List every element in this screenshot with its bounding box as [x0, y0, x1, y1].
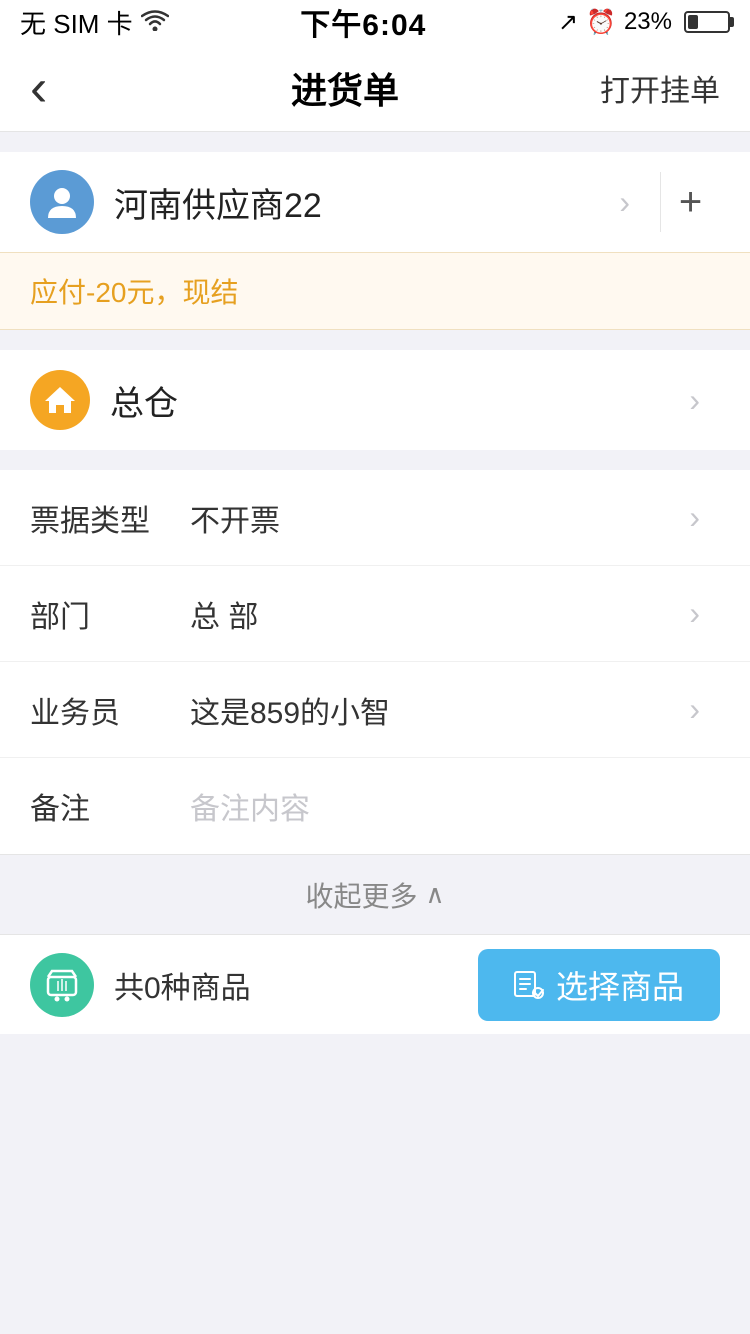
select-product-icon	[514, 971, 544, 999]
warehouse-icon-wrap	[30, 370, 90, 430]
battery-percent: 23%	[624, 8, 672, 36]
department-value: 总 部	[160, 592, 689, 636]
salesperson-value: 这是859的小智	[160, 688, 689, 732]
back-button[interactable]: ‹	[30, 58, 90, 118]
supplier-section: 河南供应商22 › + 应付-20元，现结	[0, 152, 750, 330]
supplier-row[interactable]: 河南供应商22 › +	[0, 152, 750, 252]
product-count: 共0种商品	[114, 963, 478, 1007]
section-divider-2	[0, 330, 750, 350]
nav-bar: ‹ 进货单 打开挂单	[0, 44, 750, 132]
warning-banner: 应付-20元，现结	[0, 252, 750, 330]
warehouse-name: 总仓	[110, 376, 689, 425]
supplier-name: 河南供应商22	[114, 178, 619, 227]
status-bar: 无 SIM 卡 下午6:04 ↗ ⏰ 23%	[0, 0, 750, 44]
select-product-label: 选择商品	[556, 962, 684, 1008]
invoice-type-value: 不开票	[160, 496, 689, 540]
status-left: 无 SIM 卡	[20, 4, 169, 41]
location-icon: ↗	[558, 8, 578, 37]
warehouse-row[interactable]: 总仓 ›	[0, 350, 750, 450]
salesperson-label: 业务员	[30, 688, 160, 732]
gray-area	[0, 1034, 750, 1334]
invoice-type-label: 票据类型	[30, 496, 160, 540]
department-row[interactable]: 部门 总 部 ›	[0, 566, 750, 662]
remark-value[interactable]: 备注内容	[160, 784, 720, 828]
collapse-text: 收起更多	[305, 875, 417, 915]
status-right: ↗ ⏰ 23%	[558, 8, 730, 37]
department-label: 部门	[30, 592, 160, 636]
cart-icon-wrap	[30, 953, 94, 1017]
section-divider-1	[0, 132, 750, 152]
bottom-bar: 共0种商品 选择商品	[0, 934, 750, 1034]
battery-icon	[684, 11, 730, 33]
cart-icon	[44, 967, 80, 1003]
open-pending-button[interactable]: 打开挂单	[600, 66, 720, 110]
warehouse-section: 总仓 ›	[0, 350, 750, 450]
warehouse-icon	[43, 383, 77, 417]
section-divider-3	[0, 450, 750, 470]
collapse-icon: ∧	[425, 879, 444, 910]
invoice-type-chevron-icon: ›	[689, 499, 700, 536]
supplier-avatar	[30, 170, 94, 234]
collapse-row[interactable]: 收起更多 ∧	[0, 854, 750, 934]
form-section: 票据类型 不开票 › 部门 总 部 › 业务员 这是859的小智 › 备注 备注…	[0, 470, 750, 854]
person-icon	[44, 184, 80, 220]
warehouse-chevron-icon: ›	[689, 382, 700, 419]
sim-text: 无 SIM 卡	[20, 4, 133, 41]
wifi-icon	[141, 7, 169, 38]
alarm-icon: ⏰	[586, 8, 616, 37]
invoice-type-row[interactable]: 票据类型 不开票 ›	[0, 470, 750, 566]
salesperson-chevron-icon: ›	[689, 691, 700, 728]
salesperson-row[interactable]: 业务员 这是859的小智 ›	[0, 662, 750, 758]
department-chevron-icon: ›	[689, 595, 700, 632]
warning-text: 应付-20元，现结	[30, 277, 238, 308]
remark-row[interactable]: 备注 备注内容	[0, 758, 750, 854]
supplier-add-button[interactable]: +	[660, 172, 720, 232]
page-title: 进货单	[291, 62, 399, 114]
main-content: 河南供应商22 › + 应付-20元，现结 总仓 ›	[0, 132, 750, 1334]
supplier-chevron-icon: ›	[619, 184, 630, 221]
remark-label: 备注	[30, 784, 160, 828]
select-product-button[interactable]: 选择商品	[478, 949, 720, 1021]
status-time: 下午6:04	[300, 0, 426, 44]
